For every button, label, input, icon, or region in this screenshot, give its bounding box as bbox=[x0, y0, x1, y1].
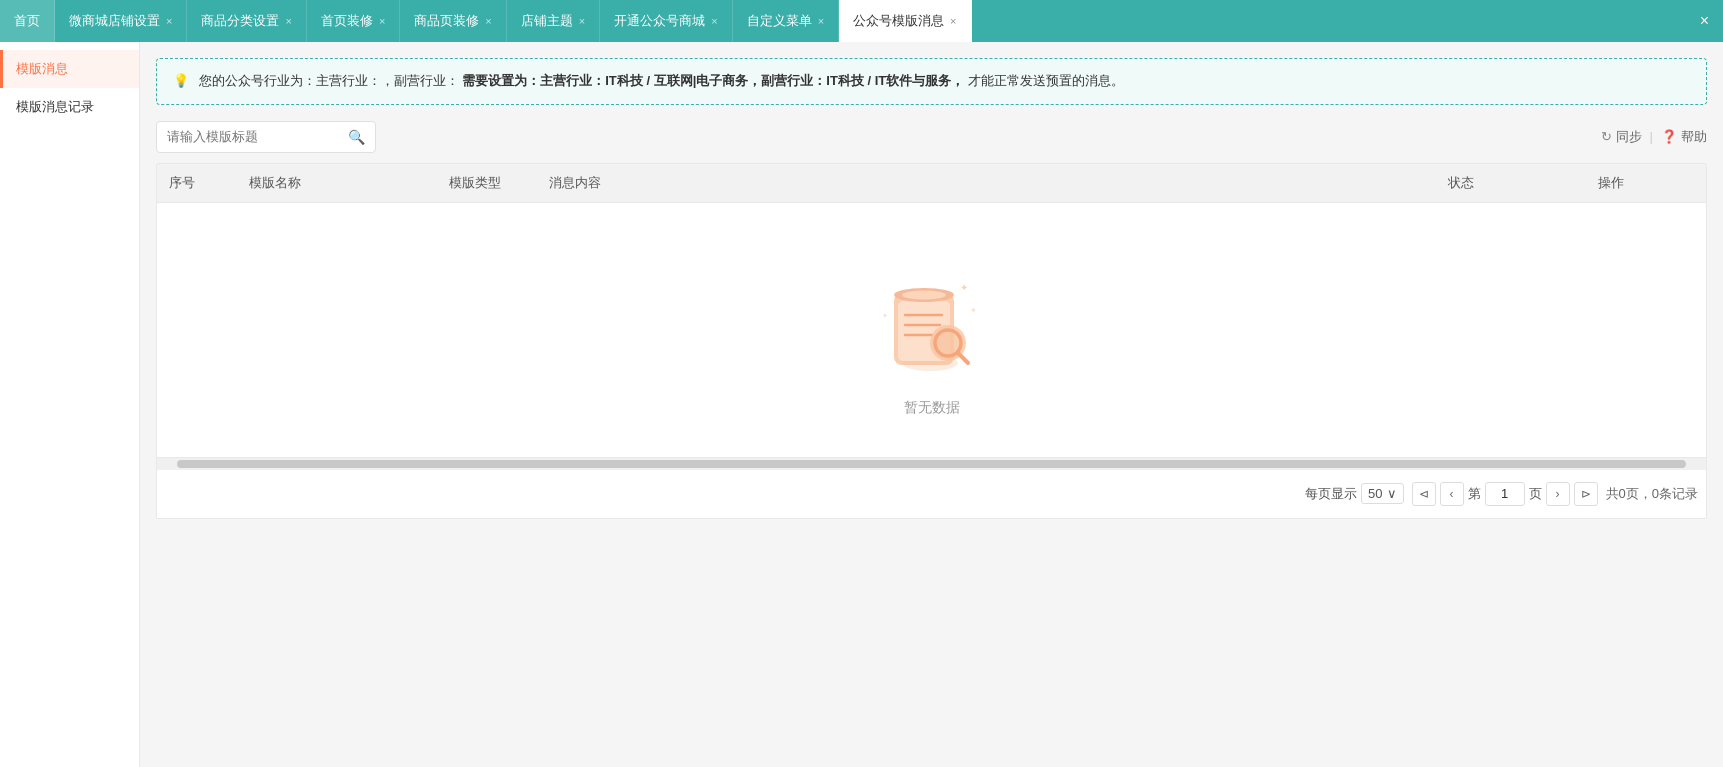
nav-tab-home-decor-close[interactable]: × bbox=[379, 15, 385, 27]
main-layout: 模版消息 模版消息记录 💡 您的公众号行业为：主营行业：，副营行业： 需要设置为… bbox=[0, 42, 1723, 767]
sidebar-item-template-history-label: 模版消息记录 bbox=[16, 99, 94, 114]
nav-tab-shop-settings-label: 微商城店铺设置 bbox=[69, 12, 160, 30]
sync-label: 同步 bbox=[1616, 128, 1642, 146]
nav-tab-home[interactable]: 首页 bbox=[0, 0, 55, 42]
svg-text:✦: ✦ bbox=[960, 282, 968, 293]
nav-tab-custom-menu-label: 自定义菜单 bbox=[747, 12, 812, 30]
toolbar-divider: | bbox=[1650, 129, 1653, 144]
th-content: 消息内容 bbox=[537, 164, 1436, 202]
notice-text-highlight: 需要设置为：主营行业：IT科技 / 互联网|电子商务，副营行业：IT科技 / I… bbox=[462, 73, 964, 88]
content-area: 💡 您的公众号行业为：主营行业：，副营行业： 需要设置为：主营行业：IT科技 /… bbox=[140, 42, 1723, 767]
page-label-post: 页 bbox=[1529, 485, 1542, 503]
search-input[interactable] bbox=[167, 129, 344, 144]
nav-tab-open-shop-close[interactable]: × bbox=[711, 15, 717, 27]
empty-text: 暂无数据 bbox=[904, 399, 960, 417]
nav-tab-shop-theme-label: 店铺主题 bbox=[521, 12, 573, 30]
nav-tab-home-decor[interactable]: 首页装修 × bbox=[307, 0, 400, 42]
nav-tab-custom-menu-close[interactable]: × bbox=[818, 15, 824, 27]
nav-tab-shop-theme-close[interactable]: × bbox=[579, 15, 585, 27]
help-label: 帮助 bbox=[1681, 128, 1707, 146]
page-total: 共0页，0条记录 bbox=[1606, 485, 1698, 503]
notice-text-prefix: 您的公众号行业为：主营行业：，副营行业： bbox=[199, 73, 459, 88]
sidebar-item-template-msg-label: 模版消息 bbox=[16, 61, 68, 76]
th-name: 模版名称 bbox=[237, 164, 437, 202]
help-icon: ❓ bbox=[1661, 129, 1677, 144]
th-seq: 序号 bbox=[157, 164, 237, 202]
table-header: 序号 模版名称 模版类型 消息内容 状态 操作 bbox=[157, 164, 1706, 203]
next-page-button[interactable]: › bbox=[1546, 482, 1570, 506]
per-page-value: 50 bbox=[1368, 486, 1382, 501]
sidebar: 模版消息 模版消息记录 bbox=[0, 42, 140, 767]
nav-tab-shop-theme[interactable]: 店铺主题 × bbox=[507, 0, 600, 42]
data-table: 序号 模版名称 模版类型 消息内容 状态 操作 bbox=[156, 163, 1707, 519]
nav-tab-home-decor-label: 首页装修 bbox=[321, 12, 373, 30]
th-status: 状态 bbox=[1436, 164, 1586, 202]
per-page-select[interactable]: 50 ∨ bbox=[1361, 483, 1403, 504]
nav-tab-shop-settings-close[interactable]: × bbox=[166, 15, 172, 27]
nav-tab-category-settings[interactable]: 商品分类设置 × bbox=[187, 0, 306, 42]
sidebar-item-template-history[interactable]: 模版消息记录 bbox=[0, 88, 139, 126]
last-page-button[interactable]: ⊳ bbox=[1574, 482, 1598, 506]
nav-tab-template-msg[interactable]: 公众号模版消息 × bbox=[839, 0, 971, 42]
th-action: 操作 bbox=[1586, 164, 1706, 202]
toolbar-right: ↻ 同步 | ❓ 帮助 bbox=[1601, 128, 1707, 146]
notice-box: 💡 您的公众号行业为：主营行业：，副营行业： 需要设置为：主营行业：IT科技 /… bbox=[156, 58, 1707, 105]
search-bar: 🔍 ↻ 同步 | ❓ 帮助 bbox=[156, 121, 1707, 153]
nav-tab-custom-menu[interactable]: 自定义菜单 × bbox=[733, 0, 839, 42]
help-button[interactable]: ❓ 帮助 bbox=[1661, 128, 1707, 146]
page-input[interactable] bbox=[1485, 482, 1525, 506]
nav-tab-category-settings-label: 商品分类设置 bbox=[201, 12, 279, 30]
nav-tab-category-settings-close[interactable]: × bbox=[285, 15, 291, 27]
top-nav: 首页 微商城店铺设置 × 商品分类设置 × 首页装修 × 商品页装修 × 店铺主… bbox=[0, 0, 1723, 42]
prev-page-button[interactable]: ‹ bbox=[1440, 482, 1464, 506]
search-input-wrap[interactable]: 🔍 bbox=[156, 121, 376, 153]
search-icon[interactable]: 🔍 bbox=[348, 129, 365, 145]
nav-tab-open-shop-label: 开通公众号商城 bbox=[614, 12, 705, 30]
pagination: 每页显示 50 ∨ ⊲ ‹ 第 页 › ⊳ 共0页，0条记录 bbox=[157, 469, 1706, 518]
th-type: 模版类型 bbox=[437, 164, 537, 202]
nav-tab-shop-settings[interactable]: 微商城店铺设置 × bbox=[55, 0, 187, 42]
sync-icon: ↻ bbox=[1601, 129, 1612, 144]
nav-tab-template-msg-close[interactable]: × bbox=[950, 15, 956, 27]
nav-close-all-button[interactable]: × bbox=[1686, 12, 1723, 30]
empty-icon: ✦ ✦ ✦ bbox=[872, 263, 992, 383]
nav-tab-product-decor[interactable]: 商品页装修 × bbox=[400, 0, 506, 42]
nav-tab-template-msg-label: 公众号模版消息 bbox=[853, 12, 944, 30]
first-page-button[interactable]: ⊲ bbox=[1412, 482, 1436, 506]
bulb-icon: 💡 bbox=[173, 73, 189, 88]
notice-text-suffix: 才能正常发送预置的消息。 bbox=[968, 73, 1124, 88]
page-nav: ⊲ ‹ 第 页 › ⊳ bbox=[1412, 482, 1598, 506]
svg-text:✦: ✦ bbox=[882, 312, 888, 319]
svg-text:✦: ✦ bbox=[970, 306, 977, 315]
svg-point-10 bbox=[902, 290, 946, 299]
svg-line-8 bbox=[958, 353, 968, 363]
nav-tab-product-decor-label: 商品页装修 bbox=[414, 12, 479, 30]
per-page-label: 每页显示 bbox=[1305, 485, 1357, 503]
empty-state: ✦ ✦ ✦ 暂无数据 bbox=[157, 203, 1706, 457]
scrollbar-thumb[interactable] bbox=[177, 460, 1686, 468]
sidebar-item-template-msg[interactable]: 模版消息 bbox=[0, 50, 139, 88]
chevron-down-icon: ∨ bbox=[1387, 486, 1397, 501]
sync-button[interactable]: ↻ 同步 bbox=[1601, 128, 1642, 146]
horizontal-scrollbar[interactable] bbox=[157, 457, 1706, 469]
page-size-select: 每页显示 50 ∨ bbox=[1305, 483, 1403, 504]
nav-tab-home-label: 首页 bbox=[14, 12, 40, 30]
nav-tab-product-decor-close[interactable]: × bbox=[485, 15, 491, 27]
nav-tab-open-shop[interactable]: 开通公众号商城 × bbox=[600, 0, 732, 42]
page-label-pre: 第 bbox=[1468, 485, 1481, 503]
